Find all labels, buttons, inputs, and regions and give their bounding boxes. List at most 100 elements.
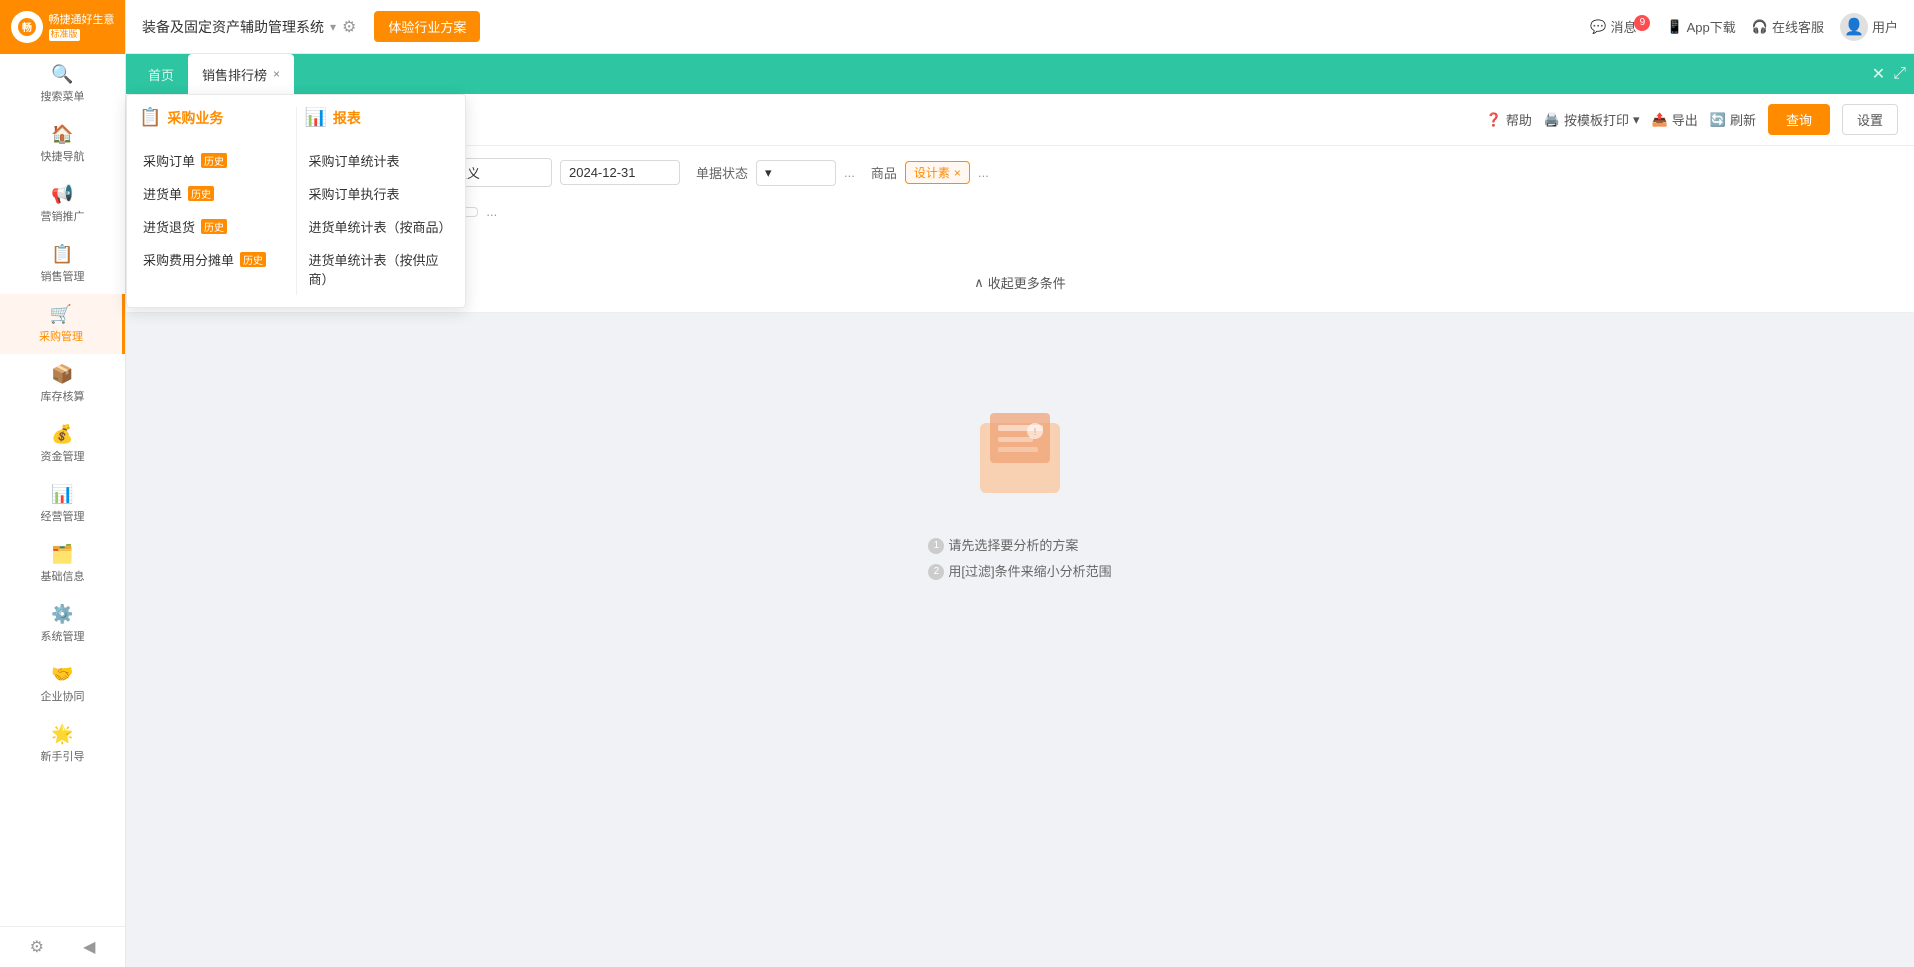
search-icon: 🔍 — [51, 64, 73, 85]
topbar-chevron-icon[interactable]: ▾ — [330, 20, 336, 34]
dropdown-item-order-exec[interactable]: 采购订单执行表 — [305, 177, 454, 210]
doc-status-dots[interactable]: ... — [844, 165, 855, 180]
sidebar-item-cooperation[interactable]: 🤝 企业协同 — [0, 654, 125, 714]
help-icon: ❓ — [1486, 112, 1502, 128]
tab-sales-rank[interactable]: 销售排行榜 × — [188, 54, 294, 94]
dropdown-purchase-header: 📋 采购业务 — [139, 107, 288, 134]
purchase-expense-label: 采购费用分摊单 — [143, 250, 234, 269]
sidebar-item-finance[interactable]: 💰 资金管理 — [0, 414, 125, 474]
tab-close-icon[interactable]: × — [273, 67, 280, 81]
refresh-label: 刷新 — [1730, 110, 1756, 129]
sidebar-item-label: 快捷导航 — [41, 148, 85, 164]
sidebar-item-label: 采购管理 — [39, 328, 83, 344]
tab-home[interactable]: 首页 — [134, 54, 188, 94]
online-service-item[interactable]: 🎧 在线客服 — [1752, 17, 1824, 36]
sidebar-item-system[interactable]: ⚙️ 系统管理 — [0, 594, 125, 654]
print-chevron-icon[interactable]: ▾ — [1633, 112, 1640, 128]
filter-doc-status: 单据状态 ▾ ... — [696, 160, 855, 186]
sidebar-collapse-btn[interactable]: ◀ — [83, 937, 95, 957]
message-icon: 💬 — [1590, 19, 1606, 35]
purchase-icon: 🛒 — [50, 304, 72, 325]
settings-button[interactable]: 设置 — [1842, 104, 1898, 135]
inventory-icon: 📦 — [51, 364, 73, 385]
avatar: 👤 — [1840, 13, 1868, 41]
sidebar-item-label: 资金管理 — [41, 448, 85, 464]
goods-tag[interactable]: 设计素 × — [905, 161, 970, 184]
user-label: 用户 — [1872, 17, 1898, 36]
goods-stats-label: 进货单统计表（按商品） — [309, 217, 450, 236]
tab-sales-rank-label: 销售排行榜 — [202, 65, 267, 84]
logo-icon: 畅 — [11, 11, 43, 43]
history-badge-goods: 历史 — [188, 186, 214, 201]
sidebar-item-guide[interactable]: 🌟 新手引导 — [0, 714, 125, 774]
logo-text: 畅捷通好生意 标准版 — [49, 13, 115, 42]
dropdown-menu: 📋 采购业务 采购订单 历史 进货单 历史 进货退货 历史 采购费用分摊单 历史 — [126, 94, 466, 308]
filter-goods: 商品 设计素 × ... — [871, 161, 989, 184]
help-button[interactable]: ❓ 帮助 — [1486, 110, 1532, 129]
sidebar-item-label: 库存核算 — [41, 388, 85, 404]
export-button[interactable]: 📤 导出 — [1652, 110, 1698, 129]
home-icon: 🏠 — [51, 124, 73, 145]
date-input[interactable]: 2024-12-31 — [560, 160, 680, 185]
sidebar-item-sales[interactable]: 📋 销售管理 — [0, 234, 125, 294]
goods-dots[interactable]: ... — [978, 165, 989, 180]
sidebar-item-basic[interactable]: 🗂️ 基础信息 — [0, 534, 125, 594]
dropdown-item-order-stats[interactable]: 采购订单统计表 — [305, 144, 454, 177]
print-icon: 🖨️ — [1544, 112, 1560, 128]
dropdown-overlay: 📋 采购业务 采购订单 历史 进货单 历史 进货退货 历史 采购费用分摊单 历史 — [126, 94, 466, 308]
empty-text: 1 请先选择要分析的方案 2 用[过滤]条件来缩小分析范围 — [928, 533, 1111, 585]
user-item[interactable]: 👤 用户 — [1840, 13, 1898, 41]
order-exec-label: 采购订单执行表 — [309, 184, 400, 203]
doc-status-dropdown[interactable]: ▾ — [756, 160, 836, 186]
empty-hint-1: 1 请先选择要分析的方案 — [928, 533, 1111, 559]
sidebar-item-label: 销售管理 — [41, 268, 85, 284]
dropdown-item-goods-stats[interactable]: 进货单统计表（按商品） — [305, 210, 454, 243]
tab-maximize-icon[interactable]: ⤢ — [1893, 65, 1906, 83]
refresh-icon: 🔄 — [1710, 112, 1726, 128]
sidebar-item-purchase[interactable]: 🛒 采购管理 — [0, 294, 125, 354]
goods-label: 商品 — [871, 163, 897, 182]
order-stats-label: 采购订单统计表 — [309, 151, 400, 170]
dropdown-item-purchase-goods[interactable]: 进货单 历史 — [139, 177, 288, 210]
sidebar-item-marketing[interactable]: 📢 营销推广 — [0, 174, 125, 234]
supplier-stats-label: 进货单统计表（按供应商） — [309, 250, 450, 288]
sidebar-settings-btn[interactable]: ⚙ — [30, 937, 44, 957]
sidebar-item-operation[interactable]: 📊 经营管理 — [0, 474, 125, 534]
dropdown-item-purchase-return[interactable]: 进货退货 历史 — [139, 210, 288, 243]
goods-tag-text: 设计素 — [914, 164, 950, 181]
empty-hint-1-text: 请先选择要分析的方案 — [948, 533, 1078, 559]
sidebar-footer: ⚙ ◀ — [0, 926, 125, 967]
goods-tag-close-icon[interactable]: × — [954, 166, 961, 180]
service-icon: 🎧 — [1752, 19, 1768, 35]
sidebar-item-quick-nav[interactable]: 🏠 快捷导航 — [0, 114, 125, 174]
dropdown-item-supplier-stats[interactable]: 进货单统计表（按供应商） — [305, 243, 454, 295]
svg-text:!: ! — [1034, 427, 1037, 438]
message-label: 消息 — [1610, 17, 1636, 36]
tab-home-label: 首页 — [148, 65, 174, 84]
industry-solution-button[interactable]: 体验行业方案 — [374, 11, 480, 42]
empty-illustration: ! — [960, 393, 1080, 513]
dropdown-item-purchase-expense[interactable]: 采购费用分摊单 历史 — [139, 243, 288, 276]
doc-status-label: 单据状态 — [696, 163, 748, 182]
sidebar-item-label: 搜索菜单 — [41, 88, 85, 104]
dropdown-item-purchase-order[interactable]: 采购订单 历史 — [139, 144, 288, 177]
history-badge-return: 历史 — [201, 219, 227, 234]
refresh-button[interactable]: 🔄 刷新 — [1710, 110, 1756, 129]
sidebar-item-label: 系统管理 — [41, 628, 85, 644]
sidebar-item-inventory[interactable]: 📦 库存核算 — [0, 354, 125, 414]
message-badge: 9 — [1634, 15, 1650, 31]
query-button[interactable]: 查询 — [1768, 104, 1830, 135]
print-button[interactable]: 🖨️ 按模板打印 ▾ — [1544, 110, 1640, 129]
history-badge-expense: 历史 — [240, 252, 266, 267]
collapse-icon: ∧ — [974, 275, 984, 291]
report-section-icon: 📊 — [305, 107, 327, 128]
system-icon: ⚙️ — [51, 604, 73, 625]
cooperation-icon: 🤝 — [51, 664, 73, 685]
sidebar-item-search[interactable]: 🔍 搜索菜单 — [0, 54, 125, 114]
tab-close-all-icon[interactable]: ✕ — [1872, 64, 1885, 84]
message-item[interactable]: 💬 消息 9 — [1590, 17, 1650, 36]
topbar-gear-icon[interactable]: ⚙ — [342, 17, 356, 37]
app-download-item[interactable]: 📱 App下载 — [1666, 17, 1735, 36]
purchase-order-label: 采购订单 — [143, 151, 195, 170]
salesman-dots[interactable]: ... — [486, 204, 497, 219]
